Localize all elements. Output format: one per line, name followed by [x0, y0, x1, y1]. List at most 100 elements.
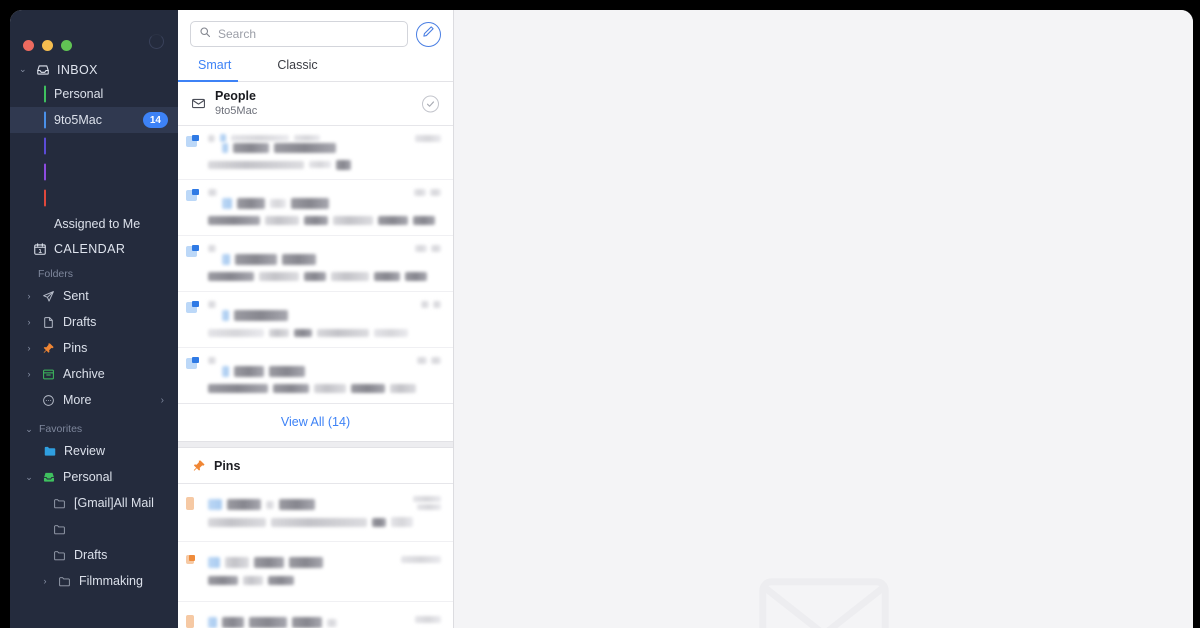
sidebar-item-drafts-personal-label: Drafts [74, 548, 108, 562]
account-color-bar [44, 137, 46, 155]
calendar-icon [32, 241, 47, 256]
folder-icon [42, 444, 57, 459]
sidebar-item-account-5[interactable] [10, 185, 178, 211]
sidebar-item-personal-label: Personal [54, 87, 104, 101]
sidebar-item-pins-label: Pins [63, 341, 88, 355]
chevron-down-icon[interactable]: ⌄ [24, 472, 34, 482]
group-subtitle-people: 9to5Mac [215, 104, 258, 117]
sidebar-item-more-label: More [63, 393, 92, 407]
unread-flag-icon [186, 357, 199, 370]
message-list-item[interactable] [178, 236, 453, 293]
chevron-down-icon[interactable]: ⌄ [18, 65, 28, 74]
account-color-bar [44, 85, 46, 103]
search-icon [199, 25, 211, 43]
group-header-pins[interactable]: Pins [178, 448, 453, 485]
sidebar-item-assigned-to-me[interactable]: Assigned to Me [10, 211, 178, 237]
account-color-bar [44, 111, 46, 129]
chevron-right-icon[interactable]: › [161, 395, 164, 406]
sidebar-item-9to5mac[interactable]: 9to5Mac 14 [10, 107, 178, 133]
message-date [415, 135, 441, 143]
sidebar-item-account-4[interactable] [10, 159, 178, 185]
sidebar-item-archive-label: Archive [63, 367, 105, 381]
sidebar-section-calendar[interactable]: CALENDAR [10, 237, 178, 260]
sidebar-item-sent[interactable]: › Sent [10, 283, 178, 309]
message-list-item[interactable] [178, 542, 453, 603]
sidebar-item-more[interactable]: More › [10, 387, 178, 413]
sidebar-item-gmail-all-mail-label: [Gmail]All Mail [74, 496, 154, 510]
ellipsis-circle-icon [41, 393, 56, 408]
sidebar-item-9to5mac-label: 9to5Mac [54, 113, 102, 127]
message-list-scroll[interactable]: People 9to5Mac View All (14) Pins [178, 82, 453, 628]
check-circle-icon[interactable] [422, 95, 439, 113]
inbox-icon [35, 62, 50, 77]
group-header-people[interactable]: People 9to5Mac [178, 82, 453, 127]
unread-flag-icon [186, 301, 199, 314]
minimize-window-button[interactable] [42, 39, 53, 51]
chevron-right-icon[interactable]: › [24, 343, 34, 353]
sidebar-item-review-label: Review [64, 444, 105, 458]
sidebar-item-archive[interactable]: › Archive [10, 361, 178, 387]
sidebar-item-drafts[interactable]: › Drafts [10, 309, 178, 335]
account-color-bar [44, 163, 46, 181]
message-list-item[interactable] [178, 292, 453, 349]
pushpin-icon [191, 458, 206, 473]
envelope-outline-icon [191, 96, 206, 111]
message-list-item[interactable] [178, 180, 453, 237]
sidebar-item-personal[interactable]: Personal [10, 81, 178, 107]
chevron-right-icon[interactable]: › [24, 317, 34, 327]
message-date [413, 496, 441, 511]
sidebar-item-filmmaking[interactable]: › Filmmaking [10, 568, 178, 594]
group-title-people: People [215, 89, 256, 103]
tab-classic[interactable]: Classic [271, 55, 323, 81]
message-list-item[interactable] [178, 126, 453, 181]
message-list-panel: Smart Classic People 9to5Mac [178, 10, 454, 628]
document-icon [41, 315, 56, 330]
envelope-watermark-icon [724, 551, 924, 628]
search-input[interactable] [218, 27, 399, 41]
message-date [415, 245, 441, 253]
message-date [421, 301, 441, 309]
pin-flag-icon [186, 497, 194, 511]
message-list-item[interactable] [178, 348, 453, 405]
message-list-item[interactable] [178, 484, 453, 543]
pushpin-icon [41, 341, 56, 356]
sidebar-item-gmail-all-mail[interactable]: [Gmail]All Mail [10, 490, 178, 516]
sync-spinner-icon[interactable] [149, 34, 164, 49]
zoom-window-button[interactable] [61, 39, 72, 51]
sidebar-item-account-3[interactable] [10, 133, 178, 159]
sidebar-section-inbox-label: INBOX [57, 62, 98, 77]
folder-outline-icon [52, 522, 67, 537]
sidebar-item-drafts-label: Drafts [63, 315, 97, 329]
pin-flag-icon [186, 615, 194, 628]
sidebar-item-drafts-personal[interactable]: Drafts [10, 542, 178, 568]
sidebar: ⌄ INBOX Personal 9to5Mac 14 Assigned to … [10, 10, 178, 628]
tab-smart[interactable]: Smart [192, 55, 237, 81]
sidebar-group-favorites[interactable]: ⌄ Favorites [10, 413, 178, 438]
sidebar-item-personal-favorite-label: Personal [63, 470, 113, 484]
sidebar-item-personal-favorite[interactable]: ⌄ Personal [10, 464, 178, 490]
unread-flag-icon [186, 245, 199, 258]
message-date [401, 556, 441, 564]
chevron-down-icon[interactable]: ⌄ [24, 424, 34, 434]
chevron-right-icon[interactable]: › [24, 291, 34, 301]
sidebar-item-sent-label: Sent [63, 289, 89, 303]
message-date [417, 357, 441, 365]
chevron-right-icon[interactable]: › [40, 576, 50, 586]
reading-pane [454, 10, 1193, 628]
compose-button[interactable] [416, 21, 441, 47]
sidebar-item-filmmaking-label: Filmmaking [79, 574, 143, 588]
pencil-icon [422, 25, 435, 43]
sidebar-item-review[interactable]: Review [10, 438, 178, 464]
group-title-pins: Pins [214, 458, 241, 473]
sidebar-section-inbox[interactable]: ⌄ INBOX [10, 58, 178, 81]
unread-flag-icon [186, 189, 199, 202]
message-list-item[interactable] [178, 602, 453, 628]
folder-outline-icon [57, 574, 72, 589]
sidebar-item-unnamed-folder[interactable] [10, 516, 178, 542]
close-window-button[interactable] [23, 39, 34, 51]
account-color-bar [44, 189, 46, 207]
chevron-right-icon[interactable]: › [24, 369, 34, 379]
sidebar-item-pins[interactable]: › Pins [10, 335, 178, 361]
search-field[interactable] [190, 21, 408, 47]
view-all-people-button[interactable]: View All (14) [178, 404, 453, 442]
